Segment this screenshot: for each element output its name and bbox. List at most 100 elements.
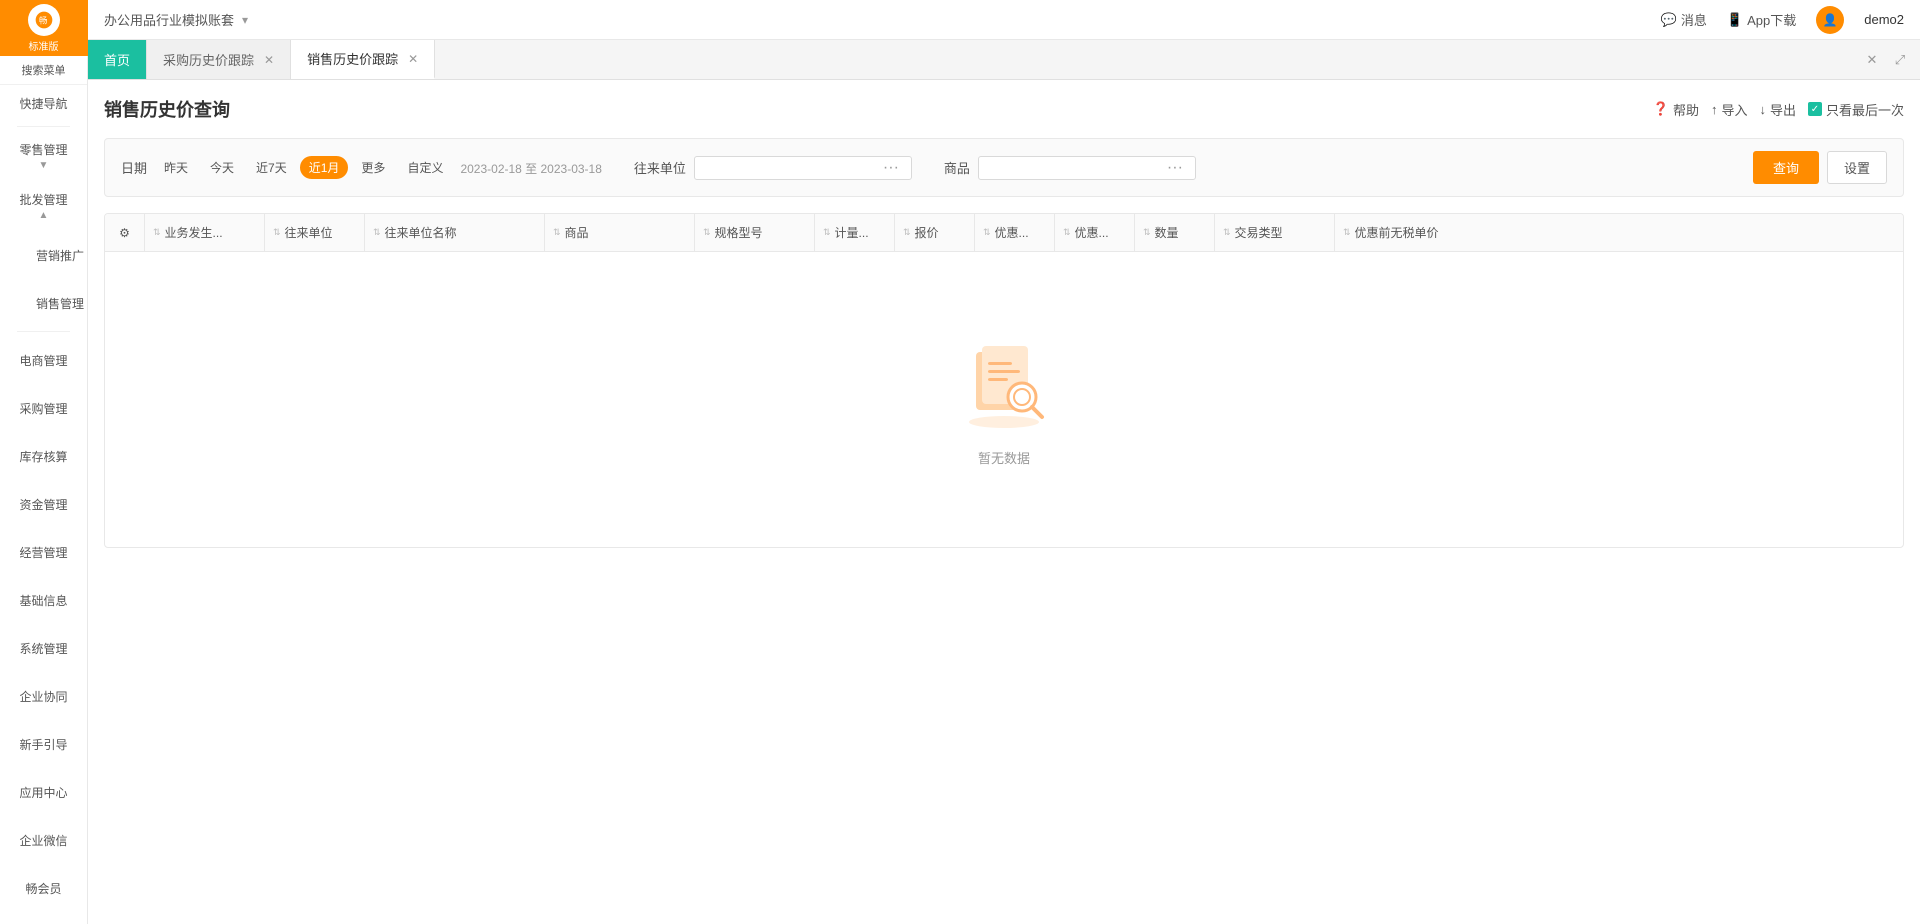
settings-button[interactable]: 设置 — [1827, 151, 1887, 184]
sidebar-item-app-center[interactable]: 应用中心 — [0, 768, 88, 816]
date-range-display: 2023-02-18 至 2023-03-18 — [460, 160, 601, 177]
tab-purchase-label: 采购历史价跟踪 — [163, 50, 254, 69]
sidebar-item-enterprise-collab[interactable]: 企业协同 — [0, 672, 88, 720]
tab-home-label: 首页 — [104, 50, 130, 69]
col-partner-label: 往来单位 — [285, 224, 333, 241]
sort-icon: ⇅ — [273, 227, 281, 238]
sidebar-item-label: 新手引导 — [19, 736, 67, 753]
sidebar-item-label: 营销推广 — [36, 247, 84, 264]
sidebar-item-label: 销售管理 — [36, 295, 84, 312]
column-spec[interactable]: ⇅ 规格型号 — [695, 214, 815, 251]
date-btn-7days[interactable]: 近7天 — [247, 156, 296, 179]
phone-icon: 📱 — [1727, 12, 1743, 28]
sidebar-item-label: 企业微信 — [19, 832, 67, 849]
sidebar-item-ecommerce[interactable]: 电商管理 — [0, 336, 88, 384]
chevron-down-icon: ▼ — [39, 160, 49, 171]
date-label: 日期 — [121, 158, 147, 177]
sidebar-item-label: 库存核算 — [19, 448, 67, 465]
close-tab-button[interactable]: ✕ — [1860, 48, 1884, 72]
dropdown-icon[interactable]: ▾ — [242, 13, 248, 27]
partner-input-wrapper: ··· — [694, 156, 912, 180]
sort-icon: ⇅ — [1143, 227, 1151, 238]
export-icon: ↓ — [1759, 102, 1766, 117]
column-qty[interactable]: ⇅ 数量 — [1135, 214, 1215, 251]
column-discount1[interactable]: ⇅ 优惠... — [975, 214, 1055, 251]
sort-icon: ⇅ — [373, 227, 381, 238]
username-label[interactable]: demo2 — [1864, 12, 1904, 27]
maximize-button[interactable]: ⤢ — [1888, 48, 1912, 72]
column-discount2[interactable]: ⇅ 优惠... — [1055, 214, 1135, 251]
date-btn-yesterday[interactable]: 昨天 — [155, 156, 197, 179]
sidebar-item-operations[interactable]: 经营管理 — [0, 528, 88, 576]
sort-icon: ⇅ — [1223, 227, 1231, 238]
sort-asc-icon: ⇅ — [153, 227, 161, 238]
partner-filter-group: 往来单位 ··· — [634, 156, 912, 180]
page-title: 销售历史价查询 — [104, 96, 230, 122]
column-partner-name[interactable]: ⇅ 往来单位名称 — [365, 214, 545, 251]
filter-action-buttons: 查询 设置 — [1753, 151, 1887, 184]
app-download-button[interactable]: 📱 App下载 — [1727, 10, 1796, 29]
date-buttons: 昨天 今天 近7天 近1月 更多 自定义 — [155, 156, 452, 179]
tab-sales-close-icon[interactable]: ✕ — [408, 52, 418, 66]
tab-purchase-close-icon[interactable]: ✕ — [264, 53, 274, 67]
avatar-icon: 👤 — [1823, 13, 1838, 27]
col-partner-name-label: 往来单位名称 — [385, 224, 457, 241]
column-product[interactable]: ⇅ 商品 — [545, 214, 695, 251]
partner-input[interactable] — [703, 160, 879, 175]
sidebar-item-wholesale[interactable]: 批发管理 ▲ — [0, 181, 88, 231]
product-input[interactable] — [987, 160, 1163, 175]
sidebar-item-newbie[interactable]: 新手引导 — [0, 720, 88, 768]
sidebar-item-vip[interactable]: 畅会员 — [0, 864, 88, 912]
im-button[interactable]: 💬 消息 — [1661, 10, 1707, 29]
topbar-right: 💬 消息 📱 App下载 👤 demo2 — [1661, 6, 1904, 34]
tabs-right-controls: ✕ ⤢ — [1852, 40, 1920, 79]
column-notax-price[interactable]: ⇅ 优惠前无税单价 — [1335, 214, 1903, 251]
sidebar-item-label: 基础信息 — [19, 592, 67, 609]
column-trade-type[interactable]: ⇅ 交易类型 — [1215, 214, 1335, 251]
tabs-bar: 首页 采购历史价跟踪 ✕ 销售历史价跟踪 ✕ ✕ ⤢ — [88, 40, 1920, 80]
tab-home[interactable]: 首页 — [88, 40, 147, 79]
partner-picker-icon[interactable]: ··· — [879, 159, 903, 177]
sidebar-item-purchase[interactable]: 采购管理 — [0, 384, 88, 432]
only-last-checkbox[interactable]: ✓ 只看最后一次 — [1808, 100, 1904, 119]
query-button[interactable]: 查询 — [1753, 151, 1819, 184]
main-area: 办公用品行业模拟账套 ▾ 💬 消息 📱 App下载 👤 demo2 首页 采购历… — [88, 0, 1920, 924]
sidebar-item-basic-info[interactable]: 基础信息 — [0, 576, 88, 624]
import-button[interactable]: ↑ 导入 — [1711, 100, 1748, 119]
user-avatar[interactable]: 👤 — [1816, 6, 1844, 34]
column-unit[interactable]: ⇅ 计量... — [815, 214, 895, 251]
tab-purchase-history[interactable]: 采购历史价跟踪 ✕ — [147, 40, 291, 79]
app-logo[interactable]: 畅 标准版 — [0, 0, 88, 56]
sidebar-item-label: 企业协同 — [19, 688, 67, 705]
sidebar-item-label: 电商管理 — [19, 352, 67, 369]
date-btn-more[interactable]: 更多 — [352, 156, 394, 179]
date-btn-custom[interactable]: 自定义 — [398, 156, 452, 179]
column-price[interactable]: ⇅ 报价 — [895, 214, 975, 251]
svg-text:畅: 畅 — [39, 15, 47, 25]
column-bizdate[interactable]: ⇅ 业务发生... — [145, 214, 265, 251]
date-btn-1month[interactable]: 近1月 — [300, 156, 349, 179]
column-settings[interactable]: ⚙ — [105, 214, 145, 251]
product-picker-icon[interactable]: ··· — [1163, 159, 1187, 177]
column-partner[interactable]: ⇅ 往来单位 — [265, 214, 365, 251]
product-filter-group: 商品 ··· — [944, 156, 1196, 180]
help-button[interactable]: ❓ 帮助 — [1653, 100, 1699, 119]
sidebar-search-label[interactable]: 搜索菜单 — [22, 62, 66, 78]
sidebar-item-inventory[interactable]: 库存核算 — [0, 432, 88, 480]
logo-text: 标准版 — [29, 38, 59, 53]
sidebar-item-label: 资金管理 — [19, 496, 67, 513]
sidebar-item-wechat[interactable]: 企业微信 — [0, 816, 88, 864]
help-label: 帮助 — [1673, 100, 1699, 119]
topbar-left: 办公用品行业模拟账套 ▾ — [104, 10, 248, 29]
date-btn-today[interactable]: 今天 — [201, 156, 243, 179]
tab-sales-history[interactable]: 销售历史价跟踪 ✕ — [291, 40, 435, 79]
sort-icon: ⇅ — [903, 227, 911, 238]
table-header: ⚙ ⇅ 业务发生... ⇅ 往来单位 ⇅ 往来单位名称 ⇅ 商品 — [105, 214, 1903, 252]
sidebar-item-retail[interactable]: 零售管理 ▼ — [0, 131, 88, 181]
sidebar-item-quick-nav[interactable]: 快捷导航 — [0, 85, 88, 122]
sidebar-item-system[interactable]: 系统管理 — [0, 624, 88, 672]
export-button[interactable]: ↓ 导出 — [1759, 100, 1796, 119]
sidebar-divider-2 — [17, 331, 69, 332]
sidebar-item-finance[interactable]: 资金管理 — [0, 480, 88, 528]
empty-text: 暂无数据 — [978, 448, 1030, 467]
